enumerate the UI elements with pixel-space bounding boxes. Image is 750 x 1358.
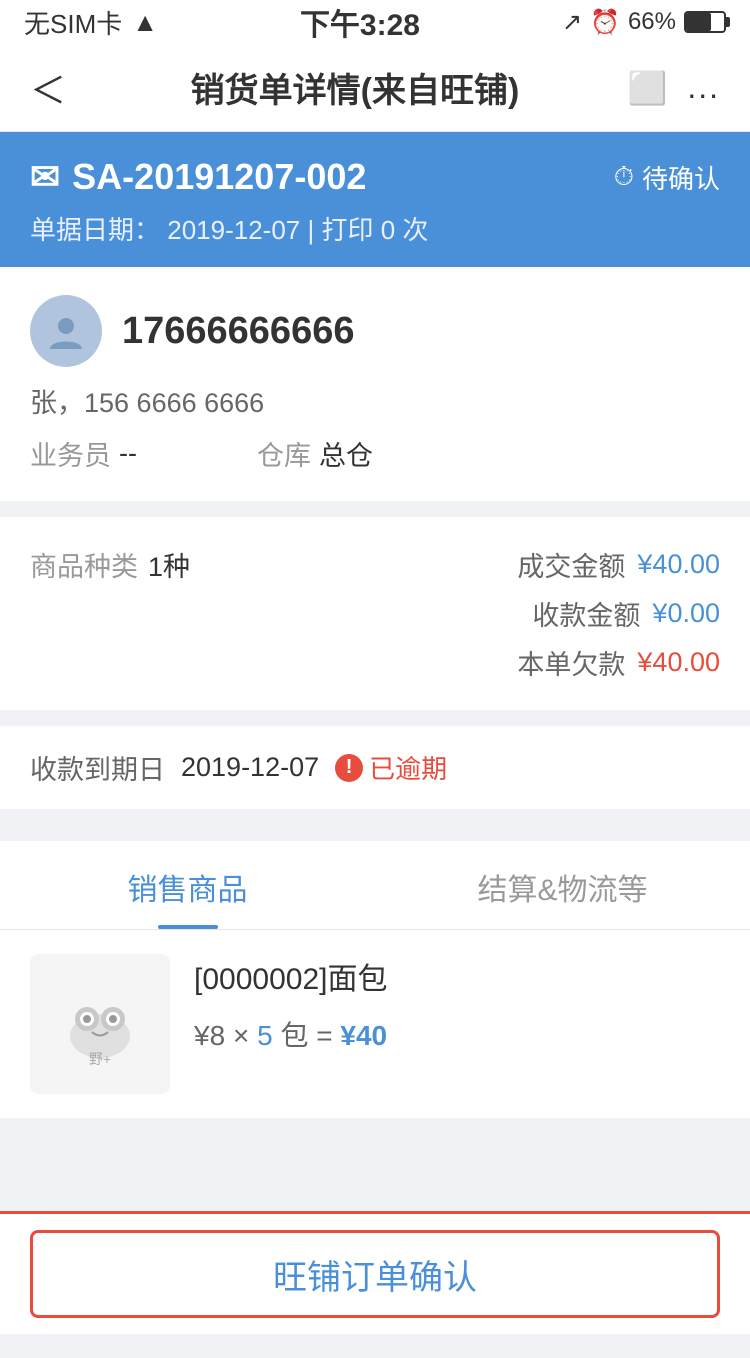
location-icon: ↗ bbox=[562, 8, 582, 37]
tab-sales-product[interactable]: 销售商品 bbox=[0, 841, 375, 929]
page-title: 销货单详情(来自旺铺) bbox=[90, 63, 620, 112]
salesperson-label: 业务员 bbox=[30, 434, 111, 473]
status-bar: 无SIM卡 ▲ 下午3:28 ↗ ⏰ 66% bbox=[0, 0, 750, 44]
carrier-text: 无SIM卡 bbox=[24, 4, 122, 41]
battery-icon bbox=[684, 11, 726, 33]
back-button[interactable]: ＜ bbox=[30, 62, 90, 114]
arrears-row: 本单欠款 ¥40.00 bbox=[517, 643, 720, 682]
product-item: 野+ [0000002]面包 ¥8 × 5 包 = ¥40 bbox=[0, 930, 750, 1118]
product-unit: 包 bbox=[280, 1020, 308, 1051]
order-date-value: 2019-12-07 bbox=[167, 215, 300, 245]
order-id-text: SA-20191207-002 bbox=[72, 156, 366, 198]
battery-fill bbox=[686, 13, 711, 31]
status-bar-left: 无SIM卡 ▲ bbox=[24, 4, 158, 41]
amount-value: ¥40.00 bbox=[637, 549, 720, 580]
payment-row: 收款金额 ¥0.00 bbox=[532, 594, 720, 633]
status-clock-icon: ⏱ bbox=[614, 161, 634, 193]
payment-value: ¥0.00 bbox=[652, 598, 720, 629]
status-bar-right: ↗ ⏰ 66% bbox=[562, 8, 726, 37]
product-total: ¥40 bbox=[340, 1020, 387, 1051]
overdue-text: 已逾期 bbox=[369, 749, 447, 786]
product-price-row: ¥8 × 5 包 = ¥40 bbox=[194, 1014, 720, 1054]
order-id: ✉ SA-20191207-002 bbox=[30, 156, 366, 198]
product-type-value: 1种 bbox=[148, 545, 190, 584]
overdue-badge: ! 已逾期 bbox=[335, 749, 447, 786]
tab-settlement-label: 结算&物流等 bbox=[477, 874, 647, 907]
due-date-section: 收款到期日 2019-12-07 ! 已逾期 bbox=[0, 726, 750, 809]
product-image: 野+ bbox=[30, 954, 170, 1094]
order-header-top: ✉ SA-20191207-002 ⏱ 待确认 bbox=[30, 156, 720, 198]
tabs-section: 销售商品 结算&物流等 野+ [0000002]面包 ¥8 bbox=[0, 841, 750, 1118]
order-print-count: 0 bbox=[381, 215, 395, 245]
confirm-order-button[interactable]: 旺铺订单确认 bbox=[30, 1230, 720, 1318]
status-bar-time: 下午3:28 bbox=[300, 0, 420, 44]
amount-row: 成交金额 ¥40.00 bbox=[517, 545, 720, 584]
product-type-item: 商品种类 1种 bbox=[30, 545, 190, 584]
salesperson-item: 业务员 -- bbox=[30, 434, 137, 473]
arrears-value: ¥40.00 bbox=[637, 647, 720, 678]
product-multiply: × bbox=[233, 1020, 257, 1051]
more-icon[interactable]: ... bbox=[687, 69, 720, 106]
product-qty: 5 bbox=[257, 1020, 273, 1051]
tab-settlement[interactable]: 结算&物流等 bbox=[375, 841, 750, 929]
nav-right-actions: ⬜ ... bbox=[620, 69, 720, 107]
amount-label: 成交金额 bbox=[517, 545, 625, 584]
order-header: ✉ SA-20191207-002 ⏱ 待确认 单据日期： 2019-12-07… bbox=[0, 132, 750, 267]
tabs-header: 销售商品 结算&物流等 bbox=[0, 841, 750, 930]
tab-sales-product-label: 销售商品 bbox=[128, 874, 248, 907]
product-name: [0000002]面包 bbox=[194, 954, 720, 998]
share-icon[interactable]: ⬜ bbox=[627, 69, 667, 107]
customer-name: 张，156 6666 6666 bbox=[30, 381, 720, 420]
customer-meta: 业务员 -- 仓库 总仓 bbox=[30, 434, 720, 473]
warehouse-item: 仓库 总仓 bbox=[257, 434, 373, 473]
battery-text: 66% bbox=[628, 8, 676, 36]
order-print-label: | 打印 bbox=[307, 215, 373, 245]
alarm-icon: ⏰ bbox=[590, 8, 620, 37]
product-type-label: 商品种类 bbox=[30, 545, 138, 584]
summary-section: 商品种类 1种 成交金额 ¥40.00 收款金额 ¥0.00 本单欠款 ¥40.… bbox=[0, 517, 750, 710]
order-print-suffix: 次 bbox=[402, 215, 428, 245]
warehouse-label: 仓库 bbox=[257, 434, 311, 473]
bottom-bar: 旺铺订单确认 bbox=[0, 1211, 750, 1334]
summary-right: 成交金额 ¥40.00 收款金额 ¥0.00 本单欠款 ¥40.00 bbox=[517, 545, 720, 682]
arrears-label: 本单欠款 bbox=[517, 643, 625, 682]
customer-top: 17666666666 bbox=[30, 295, 720, 367]
avatar bbox=[30, 295, 102, 367]
section-separator bbox=[0, 825, 750, 841]
customer-phone: 17666666666 bbox=[122, 310, 354, 353]
overdue-icon: ! bbox=[335, 754, 363, 782]
due-date-label: 收款到期日 bbox=[30, 748, 165, 787]
product-equals: = bbox=[316, 1020, 340, 1051]
order-date-row: 单据日期： 2019-12-07 | 打印 0 次 bbox=[30, 210, 720, 247]
svg-text:野+: 野+ bbox=[89, 1051, 111, 1067]
order-status-text: 待确认 bbox=[642, 159, 720, 196]
salesperson-value: -- bbox=[119, 438, 137, 469]
order-icon: ✉ bbox=[30, 156, 60, 198]
summary-left: 商品种类 1种 bbox=[30, 545, 190, 584]
customer-section: 17666666666 张，156 6666 6666 业务员 -- 仓库 总仓 bbox=[0, 267, 750, 501]
order-date-label: 单据日期： bbox=[30, 215, 160, 245]
order-status: ⏱ 待确认 bbox=[614, 159, 720, 196]
wifi-icon: ▲ bbox=[132, 7, 158, 38]
product-info: [0000002]面包 ¥8 × 5 包 = ¥40 bbox=[194, 954, 720, 1054]
payment-label: 收款金额 bbox=[532, 594, 640, 633]
due-date-value: 2019-12-07 bbox=[181, 752, 319, 783]
nav-bar: ＜ 销货单详情(来自旺铺) ⬜ ... bbox=[0, 44, 750, 132]
product-price: ¥8 bbox=[194, 1020, 225, 1051]
warehouse-value: 总仓 bbox=[319, 434, 373, 473]
